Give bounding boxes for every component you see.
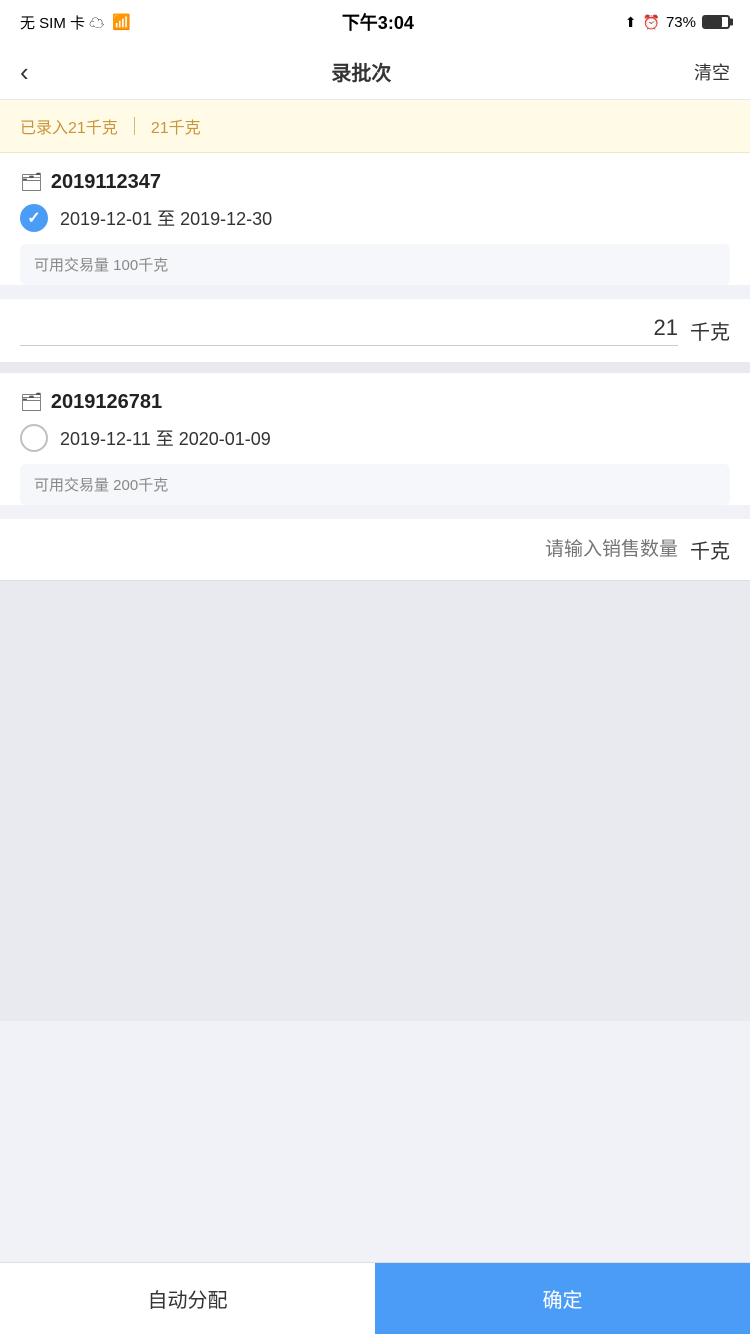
batch-1-avail-box: 可用交易量 100千克 xyxy=(20,244,730,285)
batch-2-icon: 🗂 xyxy=(20,392,43,413)
batch-1-radio[interactable] xyxy=(20,204,48,232)
batch-2-unit: 千克 xyxy=(690,535,730,564)
recorded-label: 已录入21千克 xyxy=(20,114,118,138)
batch-2-date-row: 2019-12-11 至 2020-01-09 xyxy=(20,424,730,452)
auto-distribute-button[interactable]: 自动分配 xyxy=(0,1263,375,1334)
info-value: 21千克 xyxy=(151,114,201,138)
wifi-icon: 📶 xyxy=(112,13,131,31)
batch-item-1: 🗂 2019112347 2019-12-01 至 2019-12-30 可用交… xyxy=(0,153,750,285)
battery-icon xyxy=(702,15,730,29)
batch-2-quantity-input[interactable] xyxy=(20,539,678,561)
main-content: 已录入21千克 21千克 🗂 2019112347 2019-12-01 至 2… xyxy=(0,100,750,1093)
batch-2-id: 2019126781 xyxy=(51,391,162,414)
location-icon: ⬆ xyxy=(625,14,637,31)
batch-1-id: 2019112347 xyxy=(51,171,161,194)
batch-2-avail: 可用交易量 200千克 xyxy=(34,477,168,494)
empty-area xyxy=(0,581,750,1021)
batch-1-avail: 可用交易量 100千克 xyxy=(34,257,168,274)
batch-1-quantity-row: 千克 xyxy=(0,299,750,363)
section-separator xyxy=(0,363,750,373)
back-button[interactable]: ‹ xyxy=(20,59,29,85)
batch-1-quantity-input[interactable] xyxy=(578,315,678,341)
battery-percent: 73% xyxy=(666,14,696,31)
batch-1-date-row: 2019-12-01 至 2019-12-30 xyxy=(20,204,730,232)
batch-2-radio[interactable] xyxy=(20,424,48,452)
batch-1-quantity-underline xyxy=(20,315,678,346)
batch-2-header: 🗂 2019126781 xyxy=(20,391,730,414)
bottom-bar: 自动分配 确定 xyxy=(0,1262,750,1334)
batch-2-date: 2019-12-11 至 2020-01-09 xyxy=(60,425,271,451)
status-left: 无 SIM 卡 ☁ 📶 xyxy=(20,12,131,33)
info-banner: 已录入21千克 21千克 xyxy=(0,100,750,153)
batch-1-date: 2019-12-01 至 2019-12-30 xyxy=(60,205,272,231)
batch-item-2: 🗂 2019126781 2019-12-11 至 2020-01-09 可用交… xyxy=(0,373,750,505)
batch-1-unit: 千克 xyxy=(690,316,730,345)
status-bar: 无 SIM 卡 ☁ 📶 下午3:04 ⬆ ⏰ 73% xyxy=(0,0,750,44)
batch-2-avail-box: 可用交易量 200千克 xyxy=(20,464,730,505)
status-right: ⬆ ⏰ 73% xyxy=(625,14,730,31)
info-divider xyxy=(134,117,135,135)
clear-button[interactable]: 清空 xyxy=(694,59,730,85)
page-title: 录批次 xyxy=(331,57,391,86)
confirm-button[interactable]: 确定 xyxy=(375,1263,750,1334)
status-time: 下午3:04 xyxy=(342,9,414,35)
batch-2-quantity-row: 千克 xyxy=(0,519,750,581)
nav-bar: ‹ 录批次 清空 xyxy=(0,44,750,100)
batch-1-header: 🗂 2019112347 xyxy=(20,171,730,194)
alarm-icon: ⏰ xyxy=(643,14,660,31)
sim-status: 无 SIM 卡 ☁ xyxy=(20,12,104,33)
batch-1-icon: 🗂 xyxy=(20,172,43,193)
